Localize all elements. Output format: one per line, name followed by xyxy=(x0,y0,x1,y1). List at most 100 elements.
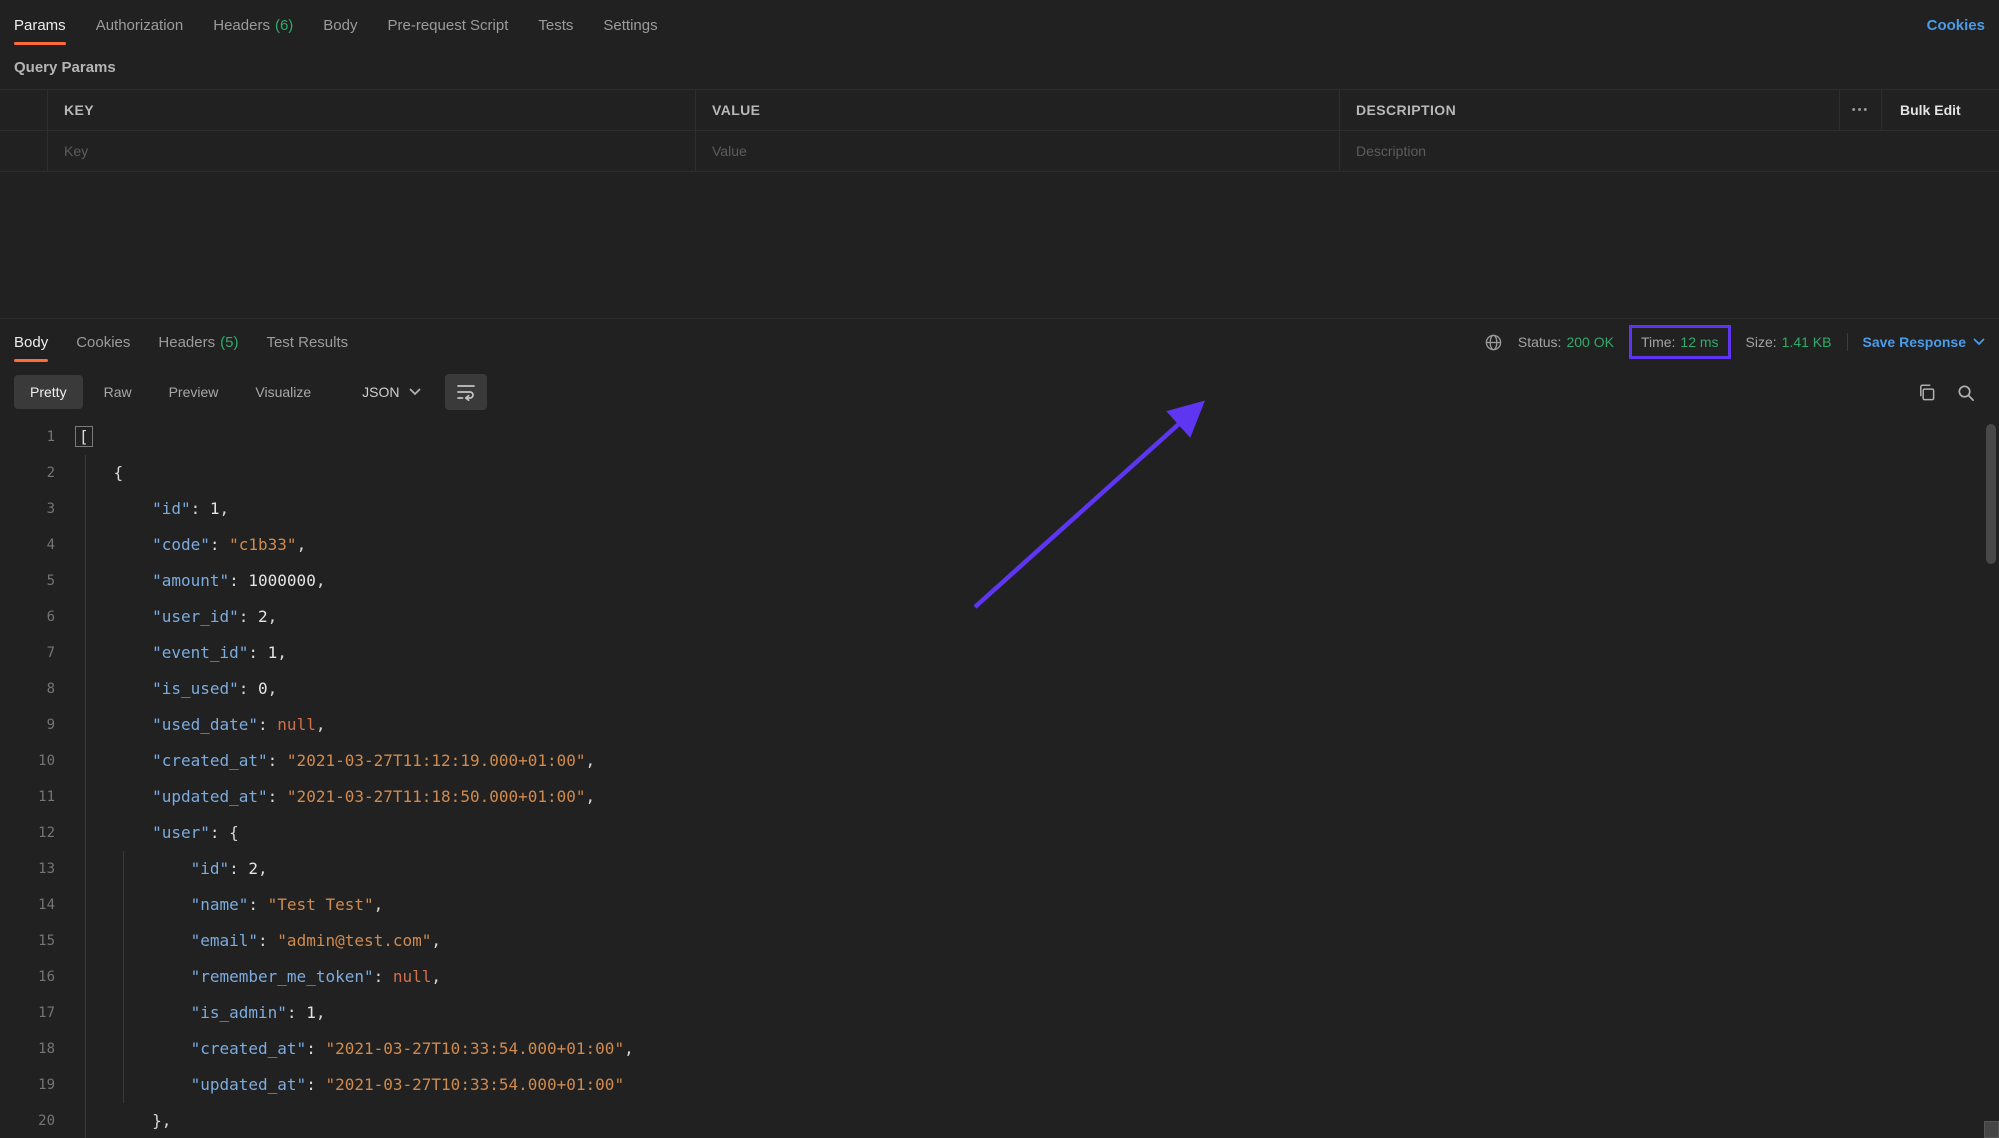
column-header-description: DESCRIPTION xyxy=(1340,90,1840,131)
line-number: 17 xyxy=(0,995,55,1031)
code-line: 6 "user_id": 2, xyxy=(0,599,1999,635)
code-text: "created_at": "2021-03-27T11:12:19.000+0… xyxy=(75,743,595,779)
code-text: "email": "admin@test.com", xyxy=(75,923,441,959)
divider xyxy=(1847,333,1848,351)
tab-authorization[interactable]: Authorization xyxy=(96,0,184,50)
bulk-edit-button[interactable]: Bulk Edit xyxy=(1882,90,1999,131)
response-tabbar: Body Cookies Headers (5) Test Results St… xyxy=(0,319,1999,365)
tab-settings[interactable]: Settings xyxy=(603,0,657,50)
line-number: 12 xyxy=(0,815,55,851)
wrap-text-icon xyxy=(456,383,476,401)
view-tab-visualize[interactable]: Visualize xyxy=(239,375,327,409)
size-label: Size: xyxy=(1746,334,1777,350)
code-text: "user_id": 2, xyxy=(75,599,277,635)
scrollbar-thumb[interactable] xyxy=(1986,424,1996,564)
response-pane: Body Cookies Headers (5) Test Results St… xyxy=(0,318,1999,1138)
tab-label: Body xyxy=(14,334,48,351)
line-number: 10 xyxy=(0,743,55,779)
param-value-input[interactable] xyxy=(712,143,1323,159)
code-text: "id": 2, xyxy=(75,851,268,887)
save-response-button[interactable]: Save Response xyxy=(1863,334,1986,350)
line-number: 16 xyxy=(0,959,55,995)
code-text: "updated_at": "2021-03-27T11:18:50.000+0… xyxy=(75,779,595,815)
tab-label: Params xyxy=(14,17,66,34)
code-line: 16 "remember_me_token": null, xyxy=(0,959,1999,995)
code-line: 2 { xyxy=(0,455,1999,491)
query-params-title: Query Params xyxy=(0,50,1999,89)
cookies-link[interactable]: Cookies xyxy=(1927,17,1985,34)
code-line: 7 "event_id": 1, xyxy=(0,635,1999,671)
headers-count-badge: (5) xyxy=(220,334,238,351)
time-stat-annotation-box: Time: 12 ms xyxy=(1629,325,1731,359)
tab-pre-request-script[interactable]: Pre-request Script xyxy=(388,0,509,50)
code-text: "name": "Test Test", xyxy=(75,887,383,923)
search-icon[interactable] xyxy=(1956,383,1975,402)
line-number: 1 xyxy=(0,419,55,455)
code-text: "id": 1, xyxy=(75,491,229,527)
code-line: 5 "amount": 1000000, xyxy=(0,563,1999,599)
query-params-table: KEY VALUE DESCRIPTION ••• Bulk Edit xyxy=(0,89,1999,172)
code-text: { xyxy=(75,455,123,491)
tab-label: Pre-request Script xyxy=(388,17,509,34)
line-number: 20 xyxy=(0,1103,55,1138)
chevron-down-icon xyxy=(1973,338,1985,346)
tab-label: Body xyxy=(323,17,357,34)
line-number: 15 xyxy=(0,923,55,959)
code-line: 13 "id": 2, xyxy=(0,851,1999,887)
scrollbar-corner xyxy=(1984,1121,1999,1138)
indent-guide xyxy=(123,851,124,1103)
tab-headers[interactable]: Headers (6) xyxy=(213,0,293,50)
response-toolbar: Pretty Raw Preview Visualize JSON xyxy=(0,365,1999,419)
tab-label: Headers xyxy=(158,334,215,351)
network-globe-icon[interactable] xyxy=(1484,333,1503,352)
column-header-value: VALUE xyxy=(696,90,1340,131)
code-line: 15 "email": "admin@test.com", xyxy=(0,923,1999,959)
code-text: "updated_at": "2021-03-27T10:33:54.000+0… xyxy=(75,1067,624,1103)
line-number: 11 xyxy=(0,779,55,815)
param-value-cell xyxy=(696,131,1340,172)
param-key-input[interactable] xyxy=(64,143,679,159)
indent-guide xyxy=(85,455,86,1138)
code-text: "event_id": 1, xyxy=(75,635,287,671)
wrap-text-button[interactable] xyxy=(445,374,487,410)
line-number: 6 xyxy=(0,599,55,635)
copy-icon[interactable] xyxy=(1917,383,1936,402)
param-row-gutter xyxy=(0,131,48,172)
code-line: 19 "updated_at": "2021-03-27T10:33:54.00… xyxy=(0,1067,1999,1103)
response-tab-body[interactable]: Body xyxy=(14,319,48,365)
toolbar-right xyxy=(1917,383,1985,402)
code-lines: 1[2 {3 "id": 1,4 "code": "c1b33",5 "amou… xyxy=(0,419,1999,1138)
code-line: 8 "is_used": 0, xyxy=(0,671,1999,707)
code-text: "used_date": null, xyxy=(75,707,325,743)
view-tab-pretty[interactable]: Pretty xyxy=(14,375,83,409)
language-dropdown[interactable]: JSON xyxy=(350,375,432,409)
line-number: 19 xyxy=(0,1067,55,1103)
more-options-icon[interactable]: ••• xyxy=(1840,90,1882,131)
tab-tests[interactable]: Tests xyxy=(538,0,573,50)
code-line: 12 "user": { xyxy=(0,815,1999,851)
param-description-input[interactable] xyxy=(1356,143,1983,159)
response-tab-cookies[interactable]: Cookies xyxy=(76,319,130,365)
size-stat: Size: 1.41 KB xyxy=(1746,334,1832,350)
view-tab-raw[interactable]: Raw xyxy=(88,375,148,409)
response-body-viewer: 1[2 {3 "id": 1,4 "code": "c1b33",5 "amou… xyxy=(0,419,1999,1138)
time-value: 12 ms xyxy=(1680,334,1718,350)
line-number: 9 xyxy=(0,707,55,743)
tab-label: Authorization xyxy=(96,17,184,34)
tab-label: Tests xyxy=(538,17,573,34)
save-response-label: Save Response xyxy=(1863,334,1967,350)
response-tab-test-results[interactable]: Test Results xyxy=(266,319,348,365)
tab-params[interactable]: Params xyxy=(14,0,66,50)
tab-label: Test Results xyxy=(266,334,348,351)
view-tab-preview[interactable]: Preview xyxy=(153,375,235,409)
status-label: Status: xyxy=(1518,334,1562,350)
tab-body[interactable]: Body xyxy=(323,0,357,50)
headers-count-badge: (6) xyxy=(275,17,293,34)
response-tab-headers[interactable]: Headers (5) xyxy=(158,319,238,365)
line-number: 4 xyxy=(0,527,55,563)
line-number: 3 xyxy=(0,491,55,527)
code-text: "amount": 1000000, xyxy=(75,563,325,599)
code-line: 11 "updated_at": "2021-03-27T11:18:50.00… xyxy=(0,779,1999,815)
tab-label: Cookies xyxy=(76,334,130,351)
code-text: [ xyxy=(75,419,93,455)
